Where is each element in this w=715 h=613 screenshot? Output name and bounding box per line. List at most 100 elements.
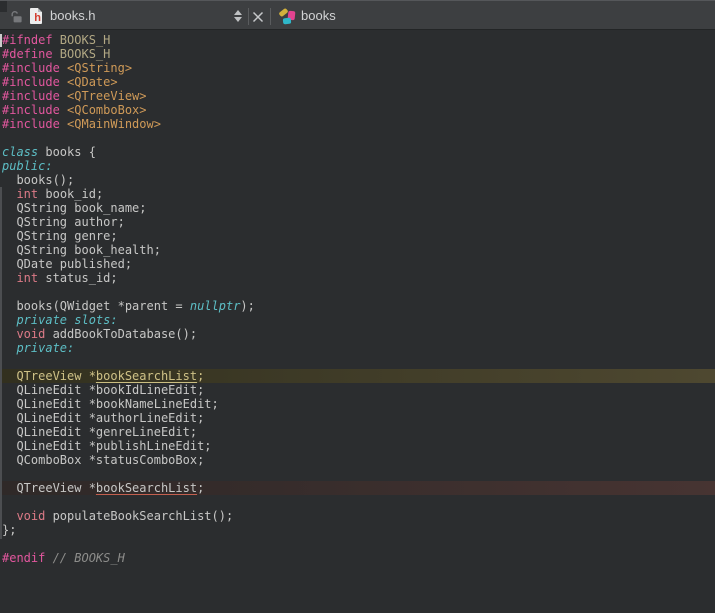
block-indicator-line (0, 187, 2, 539)
code-token: #define (2, 47, 60, 61)
code-line[interactable] (0, 537, 715, 551)
code-token: status_id; (38, 271, 118, 285)
code-line[interactable]: #endif // BOOKS_H (0, 551, 715, 565)
toolbar-separator (248, 8, 249, 25)
code-line[interactable]: #include <QDate> (0, 75, 715, 89)
code-line[interactable]: int book_id; (0, 187, 715, 201)
code-line[interactable]: QString book_name; (0, 201, 715, 215)
class-symbol-icon[interactable] (278, 7, 297, 25)
close-tab-icon[interactable] (252, 10, 264, 23)
code-token: #endif (2, 551, 53, 565)
code-line[interactable]: QLineEdit *bookNameLineEdit; (0, 397, 715, 411)
code-token: <QTreeView> (67, 89, 147, 103)
code-token: class (2, 145, 39, 159)
code-token: bookSearchList (95, 481, 198, 495)
arrow-up-icon (234, 10, 242, 15)
code-line[interactable]: class books { (0, 145, 715, 159)
code-token: ); (240, 299, 255, 313)
code-line[interactable]: QTreeView *bookSearchList; (0, 481, 715, 495)
code-token: BOOKS_H (59, 47, 111, 61)
file-icon-letter: h (34, 12, 41, 24)
code-token: nullptr (189, 299, 241, 313)
code-token: <QMainWindow> (67, 117, 161, 131)
code-token: QString author; (2, 215, 125, 229)
tab-title[interactable]: books.h (50, 1, 96, 31)
code-token: QString book_name; (2, 201, 147, 215)
code-line[interactable]: QString genre; (0, 229, 715, 243)
code-line[interactable]: QLineEdit *authorLineEdit; (0, 411, 715, 425)
code-line[interactable]: }; (0, 523, 715, 537)
code-token: QLineEdit *authorLineEdit; (2, 411, 205, 425)
code-token: ; (197, 481, 205, 495)
code-line[interactable]: private slots: (0, 313, 715, 327)
code-line[interactable]: QLineEdit *bookIdLineEdit; (0, 383, 715, 397)
code-line[interactable]: books(); (0, 173, 715, 187)
code-line[interactable]: void populateBookSearchList(); (0, 509, 715, 523)
code-token: private: (16, 341, 75, 355)
code-line[interactable] (0, 355, 715, 369)
code-token: }; (2, 523, 17, 537)
code-line[interactable]: #ifndef BOOKS_H (0, 33, 715, 47)
code-token: book_id; (38, 187, 104, 201)
code-line[interactable]: #define BOOKS_H (0, 47, 715, 61)
code-line[interactable]: QLineEdit *genreLineEdit; (0, 425, 715, 439)
code-line[interactable]: public: (0, 159, 715, 173)
toolbar-separator (270, 8, 271, 25)
code-token: #include (2, 75, 68, 89)
code-line[interactable]: QString book_health; (0, 243, 715, 257)
symbol-icon-cyan-block (282, 17, 292, 25)
code-line[interactable]: #include <QString> (0, 61, 715, 75)
editor-toolbar: h books.h books (0, 0, 715, 30)
document-dropdown-icon[interactable] (232, 8, 244, 24)
code-line[interactable]: private: (0, 341, 715, 355)
code-token: void (16, 509, 46, 523)
code-line[interactable] (0, 131, 715, 145)
code-token: #ifndef (2, 33, 60, 47)
code-token: books(QWidget *parent = (2, 299, 190, 313)
code-token: void (16, 327, 46, 341)
code-token: QLineEdit *bookNameLineEdit; (2, 397, 219, 411)
code-token: // BOOKS_H (52, 551, 125, 565)
code-token: #include (2, 103, 68, 117)
code-line[interactable]: #include <QMainWindow> (0, 117, 715, 131)
code-line[interactable]: QLineEdit *publishLineEdit; (0, 439, 715, 453)
code-token: QLineEdit *publishLineEdit; (2, 439, 212, 453)
text-cursor (0, 34, 2, 47)
code-token: QLineEdit *bookIdLineEdit; (2, 383, 205, 397)
code-line[interactable]: #include <QTreeView> (0, 89, 715, 103)
code-token: BOOKS_H (59, 33, 111, 47)
code-line[interactable]: books(QWidget *parent = nullptr); (0, 299, 715, 313)
code-token: QLineEdit *genreLineEdit; (2, 425, 198, 439)
code-token: private slots: (16, 313, 118, 327)
code-line[interactable]: QTreeView *bookSearchList; (0, 369, 715, 383)
code-line[interactable] (0, 285, 715, 299)
code-token: <QComboBox> (67, 103, 147, 117)
code-token: books(); (2, 173, 75, 187)
code-line[interactable]: int status_id; (0, 271, 715, 285)
symbol-dropdown[interactable]: books (301, 1, 336, 31)
code-token: ; (197, 369, 205, 383)
code-token: <QDate> (67, 75, 118, 89)
code-token: QComboBox *statusComboBox; (2, 453, 205, 467)
code-token: #include (2, 117, 68, 131)
code-line[interactable]: QComboBox *statusComboBox; (0, 453, 715, 467)
unlocked-padlock-icon (9, 9, 24, 24)
code-token: QTreeView * (2, 481, 96, 495)
code-line[interactable] (0, 495, 715, 509)
code-line[interactable]: QDate published; (0, 257, 715, 271)
code-line[interactable] (0, 467, 715, 481)
arrow-down-icon (234, 17, 242, 22)
code-token: #include (2, 89, 68, 103)
code-token: populateBookSearchList(); (45, 509, 234, 523)
code-line[interactable]: #include <QComboBox> (0, 103, 715, 117)
code-token: #include (2, 61, 68, 75)
code-editor[interactable]: #ifndef BOOKS_H #define BOOKS_H #include <… (0, 31, 715, 613)
code-line[interactable]: QString author; (0, 215, 715, 229)
code-line[interactable]: void addBookToDatabase(); (0, 327, 715, 341)
